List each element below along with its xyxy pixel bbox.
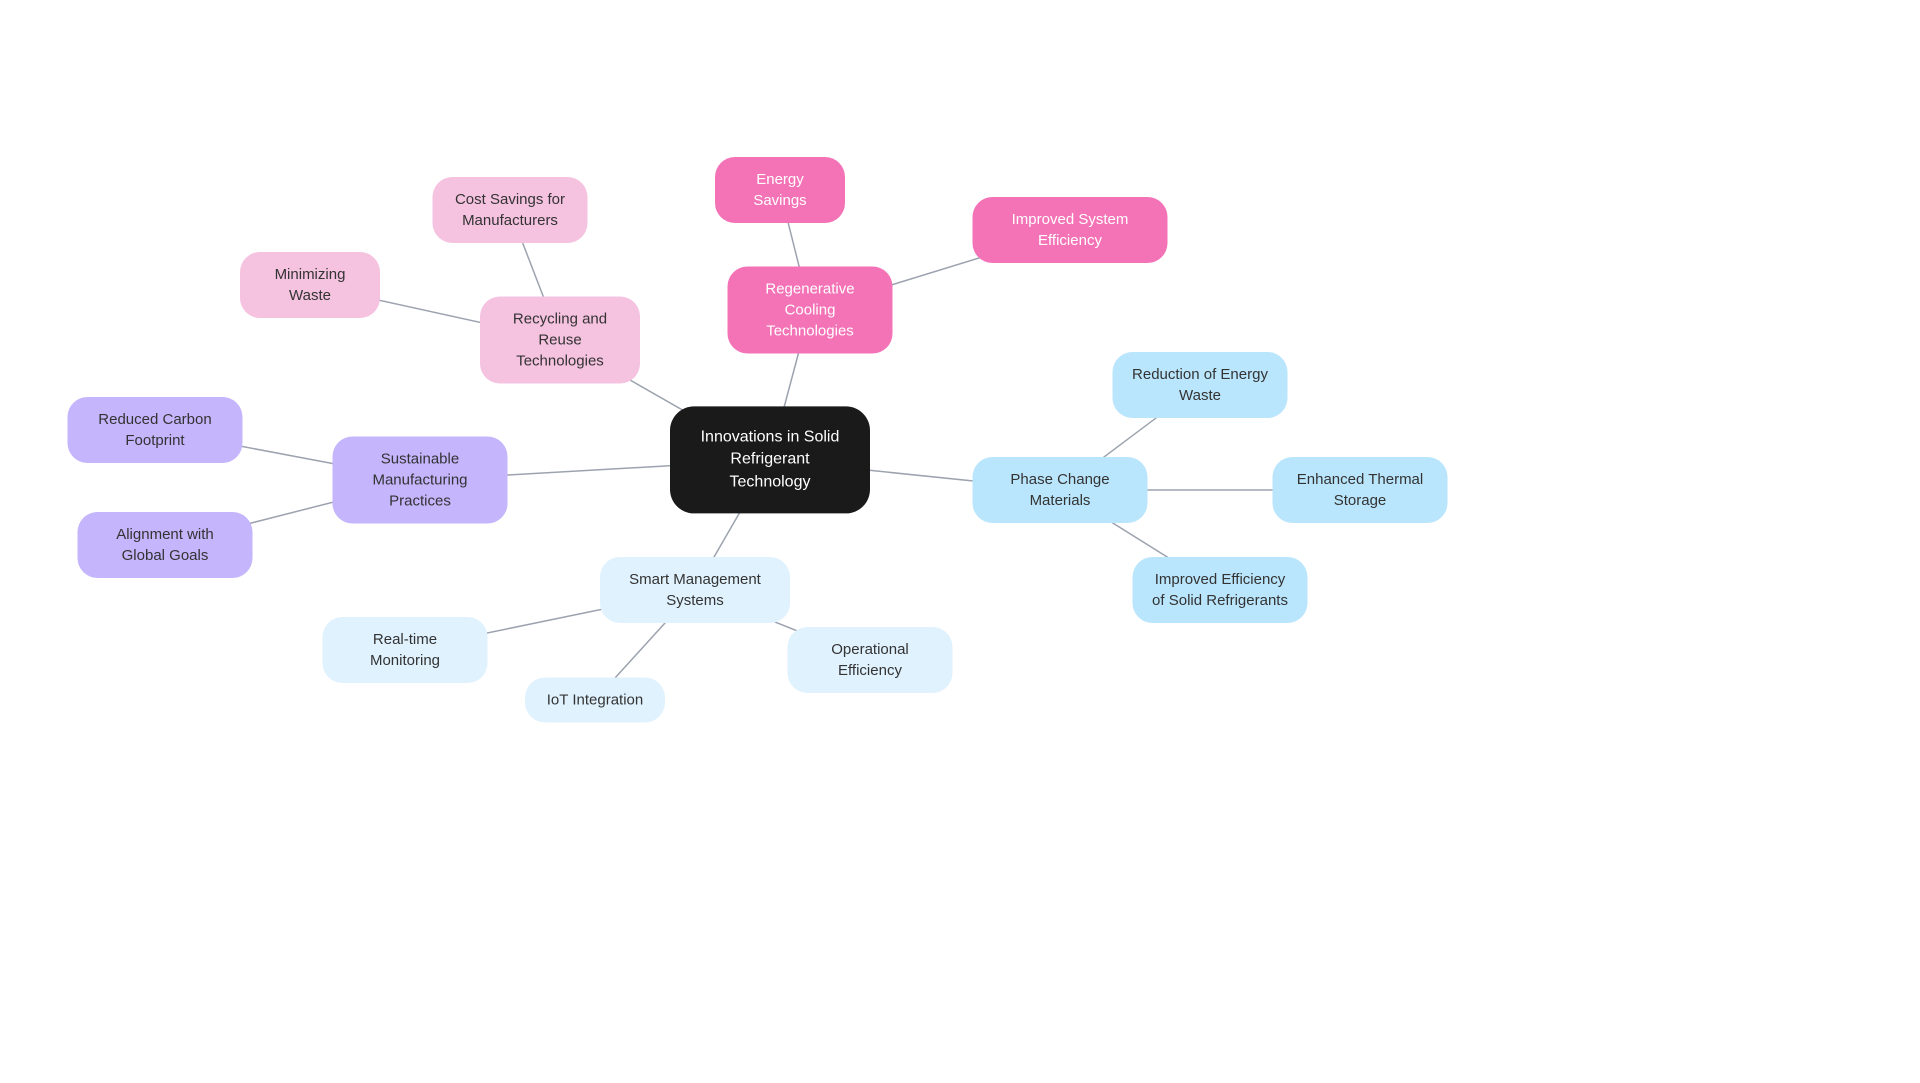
node-iot: IoT Integration [525,678,665,723]
node-cost-savings: Cost Savings for Manufacturers [433,177,588,243]
node-smart-management: Smart Management Systems [600,557,790,623]
node-operational: Operational Efficiency [788,627,953,693]
node-reduction-energy: Reduction of Energy Waste [1113,352,1288,418]
node-sustainable: Sustainable Manufacturing Practices [333,437,508,524]
node-enhanced-thermal: Enhanced Thermal Storage [1273,457,1448,523]
node-alignment: Alignment with Global Goals [78,512,253,578]
node-reduced-carbon: Reduced Carbon Footprint [68,397,243,463]
center-node: Innovations in Solid Refrigerant Technol… [670,406,870,513]
node-improved-efficiency: Improved Efficiency of Solid Refrigerant… [1133,557,1308,623]
node-improved-system: Improved System Efficiency [973,197,1168,263]
node-phase-change: Phase Change Materials [973,457,1148,523]
node-minimizing-waste: Minimizing Waste [240,252,380,318]
node-recycling: Recycling and Reuse Technologies [480,297,640,384]
mindmap-container: Innovations in Solid Refrigerant Technol… [0,0,1920,1083]
node-energy-savings: Energy Savings [715,157,845,223]
connections-svg [0,0,1920,1083]
node-regenerative: Regenerative Cooling Technologies [728,267,893,354]
node-real-time: Real-time Monitoring [323,617,488,683]
